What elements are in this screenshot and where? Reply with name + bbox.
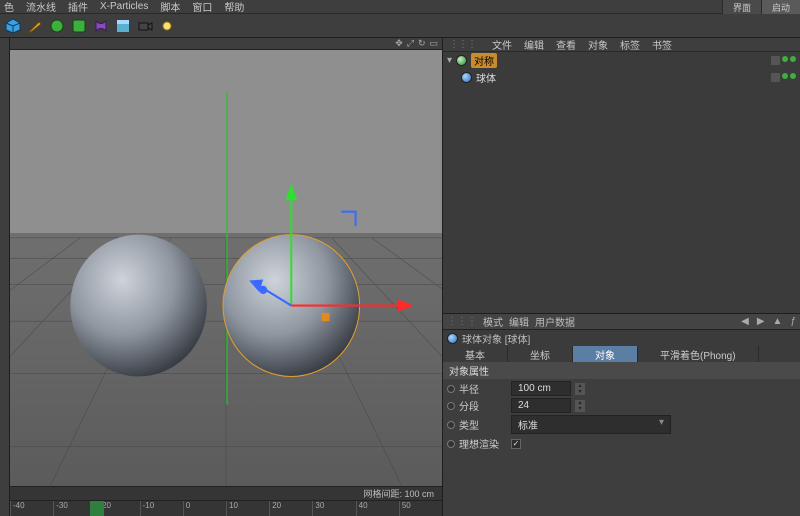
menu-item[interactable]: 用户数据 bbox=[535, 314, 575, 329]
prop-label: 类型 bbox=[459, 417, 507, 432]
object-row[interactable]: 球体 bbox=[443, 69, 800, 86]
menu-item[interactable]: 插件 bbox=[68, 0, 88, 14]
prop-label: 半径 bbox=[459, 381, 507, 396]
group-header: 对象属性 bbox=[443, 362, 800, 379]
viewport-status: 网格间距 : 100 cm bbox=[10, 486, 442, 500]
light-icon[interactable] bbox=[158, 17, 176, 35]
type-dropdown[interactable]: 标准▾ bbox=[511, 415, 671, 434]
panel-grip-icon[interactable]: ⋮⋮⋮ bbox=[447, 316, 477, 327]
main-toolbar bbox=[0, 14, 800, 38]
sphere-icon bbox=[447, 333, 458, 344]
nav-up-icon[interactable]: ▲ bbox=[773, 316, 783, 327]
menu-item[interactable]: 帮助 bbox=[224, 0, 244, 14]
menu-item[interactable]: 编辑 bbox=[524, 37, 544, 52]
object-name[interactable]: 球体 bbox=[476, 70, 496, 85]
tab-basic[interactable]: 基本 bbox=[443, 346, 508, 362]
pen-tool-icon[interactable] bbox=[26, 17, 44, 35]
expand-icon[interactable]: ▾ bbox=[447, 55, 452, 66]
keyframe-marker-icon[interactable] bbox=[447, 440, 455, 448]
layer-dot-icon[interactable] bbox=[771, 56, 780, 65]
prop-row-segments: 分段 24 ▴▾ bbox=[447, 398, 796, 413]
menu-item[interactable]: 书签 bbox=[652, 37, 672, 52]
viewport-nav-icon[interactable]: ⤢ bbox=[407, 38, 414, 49]
timeline-playhead[interactable] bbox=[90, 501, 104, 516]
layout-tab[interactable]: 界面 bbox=[722, 0, 761, 14]
chevron-down-icon: ▾ bbox=[659, 417, 664, 432]
visibility-render-icon[interactable] bbox=[790, 56, 796, 62]
symmetry-icon bbox=[456, 55, 467, 66]
prop-row-render: 理想渲染 ✓ bbox=[447, 436, 796, 451]
menu-item[interactable]: 色 bbox=[4, 0, 14, 14]
menu-item[interactable]: 编辑 bbox=[509, 314, 529, 329]
timeline-tick: 40 bbox=[356, 501, 399, 516]
viewport-header: ✥ ⤢ ↻ ▭ bbox=[10, 38, 442, 50]
prop-row-radius: 半径 100 cm ▴▾ bbox=[447, 381, 796, 396]
menu-item[interactable]: 标签 bbox=[620, 37, 640, 52]
timeline[interactable]: -40 -30 -20 -10 0 10 20 30 40 50 bbox=[10, 500, 442, 516]
timeline-tick: -40 bbox=[10, 501, 53, 516]
menu-item[interactable]: 对象 bbox=[588, 37, 608, 52]
tab-coord[interactable]: 坐标 bbox=[508, 346, 573, 362]
keyframe-marker-icon[interactable] bbox=[447, 385, 455, 393]
timeline-tick: 50 bbox=[399, 501, 442, 516]
visibility-editor-icon[interactable] bbox=[782, 56, 788, 62]
attr-object-label: 球体对象 [球体] bbox=[462, 331, 530, 346]
nurbs-icon[interactable] bbox=[48, 17, 66, 35]
menu-item[interactable]: X-Particles bbox=[100, 1, 148, 12]
step-down-icon[interactable]: ▾ bbox=[575, 389, 585, 395]
prop-label: 分段 bbox=[459, 398, 507, 413]
attr-tabs: 基本 坐标 对象 平滑着色(Phong) bbox=[443, 346, 800, 362]
nav-prev-icon[interactable]: ◀ bbox=[741, 316, 749, 327]
grid-label: 网格间距 bbox=[363, 487, 399, 500]
left-tool-column bbox=[0, 38, 10, 516]
radius-input[interactable]: 100 cm bbox=[511, 381, 571, 396]
viewport-nav-icon[interactable]: ▭ bbox=[429, 38, 438, 49]
panel-grip-icon[interactable]: ⋮⋮⋮ bbox=[449, 39, 476, 50]
timeline-tick: 10 bbox=[226, 501, 269, 516]
layout-tab[interactable]: 启动 bbox=[761, 0, 800, 14]
generator-icon[interactable] bbox=[70, 17, 88, 35]
timeline-tick: 0 bbox=[183, 501, 226, 516]
nav-function-icon[interactable]: ƒ bbox=[790, 316, 796, 327]
perspective-viewport[interactable] bbox=[10, 50, 442, 486]
layer-dot-icon[interactable] bbox=[771, 73, 780, 82]
keyframe-marker-icon[interactable] bbox=[447, 402, 455, 410]
visibility-editor-icon[interactable] bbox=[782, 73, 788, 79]
menu-item[interactable]: 模式 bbox=[483, 314, 503, 329]
segments-input[interactable]: 24 bbox=[511, 398, 571, 413]
timeline-tick: -10 bbox=[140, 501, 183, 516]
menu-item[interactable]: 流水线 bbox=[26, 0, 56, 14]
primitive-cube-icon[interactable] bbox=[4, 17, 22, 35]
menu-item[interactable]: 窗口 bbox=[192, 0, 212, 14]
nav-next-icon[interactable]: ▶ bbox=[757, 316, 765, 327]
keyframe-marker-icon[interactable] bbox=[447, 421, 455, 429]
menu-item[interactable]: 文件 bbox=[492, 37, 512, 52]
deformer-icon[interactable] bbox=[92, 17, 110, 35]
viewport-nav-icon[interactable]: ✥ bbox=[395, 38, 403, 49]
grid-value: 100 cm bbox=[404, 489, 434, 499]
viewport-nav-icon[interactable]: ↻ bbox=[418, 38, 426, 49]
timeline-tick: 20 bbox=[269, 501, 312, 516]
menu-item[interactable]: 查看 bbox=[556, 37, 576, 52]
menu-item[interactable]: 脚本 bbox=[160, 0, 180, 14]
render-perfect-checkbox[interactable]: ✓ bbox=[511, 439, 521, 449]
prop-row-type: 类型 标准▾ bbox=[447, 415, 796, 434]
app-menubar: 色 流水线 插件 X-Particles 脚本 窗口 帮助 bbox=[0, 0, 800, 14]
object-manager[interactable]: ▾ 对称 球体 bbox=[443, 52, 800, 314]
layout-tabs: 界面 启动 bbox=[722, 0, 800, 14]
tab-phong[interactable]: 平滑着色(Phong) bbox=[638, 346, 759, 362]
environment-icon[interactable] bbox=[114, 17, 132, 35]
tab-object[interactable]: 对象 bbox=[573, 346, 638, 362]
sphere-icon bbox=[461, 72, 472, 83]
object-name[interactable]: 对称 bbox=[471, 53, 497, 68]
camera-icon[interactable] bbox=[136, 17, 154, 35]
attribute-manager: ⋮⋮⋮ 模式 编辑 用户数据 ◀ ▶ ▲ ƒ 球体对象 [球体] 基本 坐标 对… bbox=[443, 314, 800, 516]
prop-label: 理想渲染 bbox=[459, 436, 507, 451]
visibility-render-icon[interactable] bbox=[790, 73, 796, 79]
object-manager-menubar: ⋮⋮⋮ 文件 编辑 查看 对象 标签 书签 bbox=[443, 38, 800, 52]
step-down-icon[interactable]: ▾ bbox=[575, 406, 585, 412]
object-row[interactable]: ▾ 对称 bbox=[443, 52, 800, 69]
timeline-tick: 30 bbox=[312, 501, 355, 516]
